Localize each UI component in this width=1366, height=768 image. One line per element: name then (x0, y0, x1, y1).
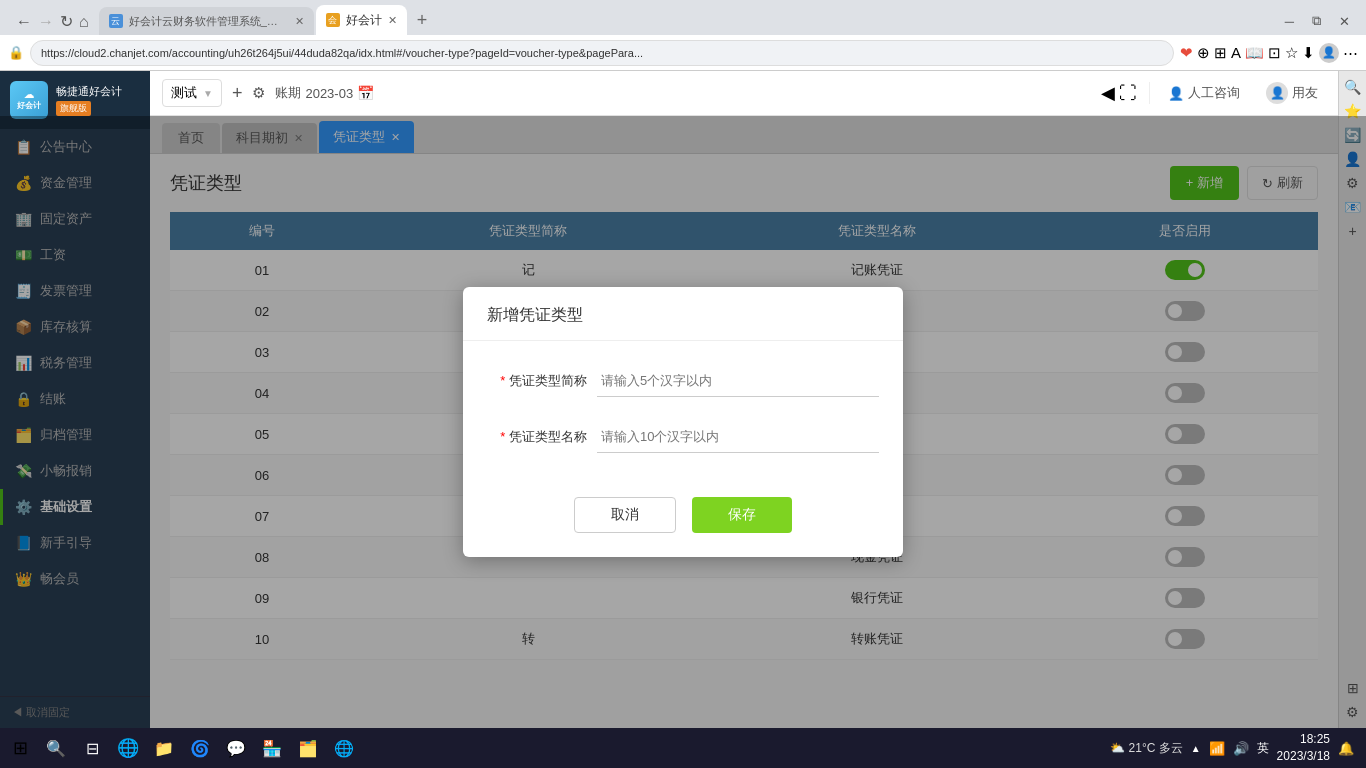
logo-cloud-icon: ☁ (24, 89, 34, 100)
modal-body: * 凭证类型简称 * 凭证类型名称 (463, 341, 903, 489)
start-button[interactable]: ⊞ (4, 732, 36, 764)
wechat-taskbar-icon[interactable]: 💬 (220, 732, 252, 764)
favorites-icon[interactable]: ❤ (1180, 44, 1193, 62)
logo-badge: 旗舰版 (56, 101, 91, 116)
logo-sub: 好会计 (17, 100, 41, 111)
chrome-taskbar-icon[interactable]: 🌀 (184, 732, 216, 764)
right-search-icon[interactable]: 🔍 (1344, 79, 1361, 95)
user-avatar-icon: 👤 (1266, 82, 1288, 104)
weather-text: 21°C 多云 (1129, 740, 1183, 757)
expand-icon[interactable]: ⛶ (1119, 83, 1137, 104)
collapse-icon[interactable]: ◀ (1101, 82, 1115, 104)
logo-name: 畅捷通好会计 (56, 84, 122, 99)
taskbar-right: ⛅ 21°C 多云 ▲ 📶 🔊 英 18:25 2023/3/18 🔔 (1098, 731, 1366, 765)
save-button[interactable]: 保存 (692, 497, 792, 533)
right-panel-icons: ◀ ⛶ (1101, 82, 1150, 104)
download-icon[interactable]: ⬇ (1302, 44, 1315, 62)
modal-title: 新增凭证类型 (487, 305, 583, 326)
name-label-text: 凭证类型名称 (509, 429, 587, 444)
appstore-taskbar-icon[interactable]: 🏪 (256, 732, 288, 764)
period-value: 2023-03 (305, 86, 353, 101)
nav-home[interactable]: ⌂ (79, 13, 89, 31)
tab2-label: 好会计 (346, 12, 382, 29)
name-input[interactable] (597, 421, 879, 453)
address-bar: 🔒 https://cloud2.chanjet.com/accounting/… (0, 35, 1366, 71)
tab1-favicon: 云 (109, 14, 123, 28)
clock-date: 2023/3/18 (1277, 748, 1330, 765)
form-row-name: * 凭证类型名称 (487, 421, 879, 453)
consult-label: 人工咨询 (1188, 84, 1240, 102)
nav-refresh[interactable]: ↻ (60, 12, 73, 31)
consult-btn[interactable]: 👤 人工咨询 (1160, 84, 1248, 102)
url-display[interactable]: https://cloud2.chanjet.com/accounting/uh… (30, 40, 1174, 66)
font-icon[interactable]: A (1231, 44, 1241, 61)
name-label: * 凭证类型名称 (487, 428, 597, 446)
task-view-icon[interactable]: ⊟ (76, 732, 108, 764)
weather-icon: ⛅ (1110, 741, 1125, 755)
consult-icon: 👤 (1168, 86, 1184, 101)
modal-overlay: 新增凭证类型 * 凭证类型简称 * 凭证类型名称 (0, 116, 1366, 728)
browser-chrome: ← → ↻ ⌂ 云 好会计云财务软件管理系统_会计 ✕ 会 好会计 ✕ + ─ … (0, 0, 1366, 35)
sound-icon[interactable]: 🔊 (1233, 741, 1249, 756)
add-workspace-icon[interactable]: + (232, 83, 243, 104)
browser-tab-2[interactable]: 会 好会计 ✕ (316, 5, 407, 35)
modal-header: 新增凭证类型 (463, 287, 903, 341)
browser-tab-1[interactable]: 云 好会计云财务软件管理系统_会计 ✕ (99, 7, 314, 35)
folder-taskbar-icon[interactable]: 🗂️ (292, 732, 324, 764)
nav-back[interactable]: ← (16, 13, 32, 31)
taskbar: ⊞ 🔍 ⊟ 🌐 📁 🌀 💬 🏪 🗂️ 🌐 ⛅ 21°C 多云 ▲ 📶 🔊 英 1… (0, 728, 1366, 768)
win-restore[interactable]: ⧉ (1304, 11, 1329, 31)
edge2-taskbar-icon[interactable]: 🌐 (328, 732, 360, 764)
explorer-taskbar-icon[interactable]: 📁 (148, 732, 180, 764)
split-view-icon[interactable]: ⊡ (1268, 44, 1281, 62)
tab2-close[interactable]: ✕ (388, 14, 397, 27)
workspace-selector[interactable]: 测试 ▼ (162, 79, 222, 107)
period-label: 账期 (275, 84, 301, 102)
profile-icon[interactable]: 👤 (1319, 43, 1339, 63)
workspace-name: 测试 (171, 84, 197, 102)
settings-gear-icon[interactable]: ⚙ (252, 84, 265, 102)
nav-forward[interactable]: → (38, 13, 54, 31)
win-minimize[interactable]: ─ (1277, 12, 1302, 31)
abbr-label-text: 凭证类型简称 (509, 373, 587, 388)
form-row-abbr: * 凭证类型简称 (487, 365, 879, 397)
extension-icon-1[interactable]: ⊕ (1197, 44, 1210, 62)
lang-indicator[interactable]: 英 (1257, 740, 1269, 757)
app-header: 测试 ▼ + ⚙ 账期 2023-03 📅 ◀ ⛶ 👤 人工咨询 👤 (150, 71, 1338, 116)
clock-time: 18:25 (1277, 731, 1330, 748)
cancel-button[interactable]: 取消 (574, 497, 676, 533)
user-label: 用友 (1292, 84, 1318, 102)
period-info: 账期 2023-03 📅 (275, 84, 374, 102)
period-lock-icon: 📅 (357, 85, 374, 101)
taskbar-left: ⊞ 🔍 ⊟ 🌐 📁 🌀 💬 🏪 🗂️ 🌐 (0, 732, 364, 764)
tab1-label: 好会计云财务软件管理系统_会计 (129, 14, 289, 29)
browser-toolbar: ❤ ⊕ ⊞ A 📖 ⊡ ☆ ⬇ 👤 ⋯ (1180, 43, 1358, 63)
collections-icon[interactable]: ⊞ (1214, 44, 1227, 62)
clock: 18:25 2023/3/18 (1277, 731, 1330, 765)
network-icon[interactable]: 📶 (1209, 741, 1225, 756)
url-text: https://cloud2.chanjet.com/accounting/uh… (41, 47, 643, 59)
window-controls: ─ ⧉ ✕ (1277, 11, 1358, 35)
weather-info: ⛅ 21°C 多云 (1110, 740, 1183, 757)
arrow-up-icon[interactable]: ▲ (1191, 743, 1201, 754)
modal-footer: 取消 保存 (463, 489, 903, 557)
abbr-label: * 凭证类型简称 (487, 372, 597, 390)
win-close[interactable]: ✕ (1331, 12, 1358, 31)
favorites-star[interactable]: ☆ (1285, 44, 1298, 62)
modal-dialog: 新增凭证类型 * 凭证类型简称 * 凭证类型名称 (463, 287, 903, 557)
edge-taskbar-icon[interactable]: 🌐 (112, 732, 144, 764)
more-icon[interactable]: ⋯ (1343, 44, 1358, 62)
security-icon: 🔒 (8, 45, 24, 60)
user-btn[interactable]: 👤 用友 (1258, 82, 1326, 104)
search-taskbar-icon[interactable]: 🔍 (40, 732, 72, 764)
read-view-icon[interactable]: 📖 (1245, 44, 1264, 62)
new-tab-btn[interactable]: + (409, 8, 436, 33)
logo-icon: ☁ 好会计 (10, 81, 48, 119)
workspace-chevron: ▼ (203, 88, 213, 99)
tab2-favicon: 会 (326, 13, 340, 27)
notification-icon[interactable]: 🔔 (1338, 741, 1354, 756)
browser-tabs: 云 好会计云财务软件管理系统_会计 ✕ 会 好会计 ✕ + (99, 5, 1275, 35)
abbr-input[interactable] (597, 365, 879, 397)
tab1-close[interactable]: ✕ (295, 15, 304, 28)
